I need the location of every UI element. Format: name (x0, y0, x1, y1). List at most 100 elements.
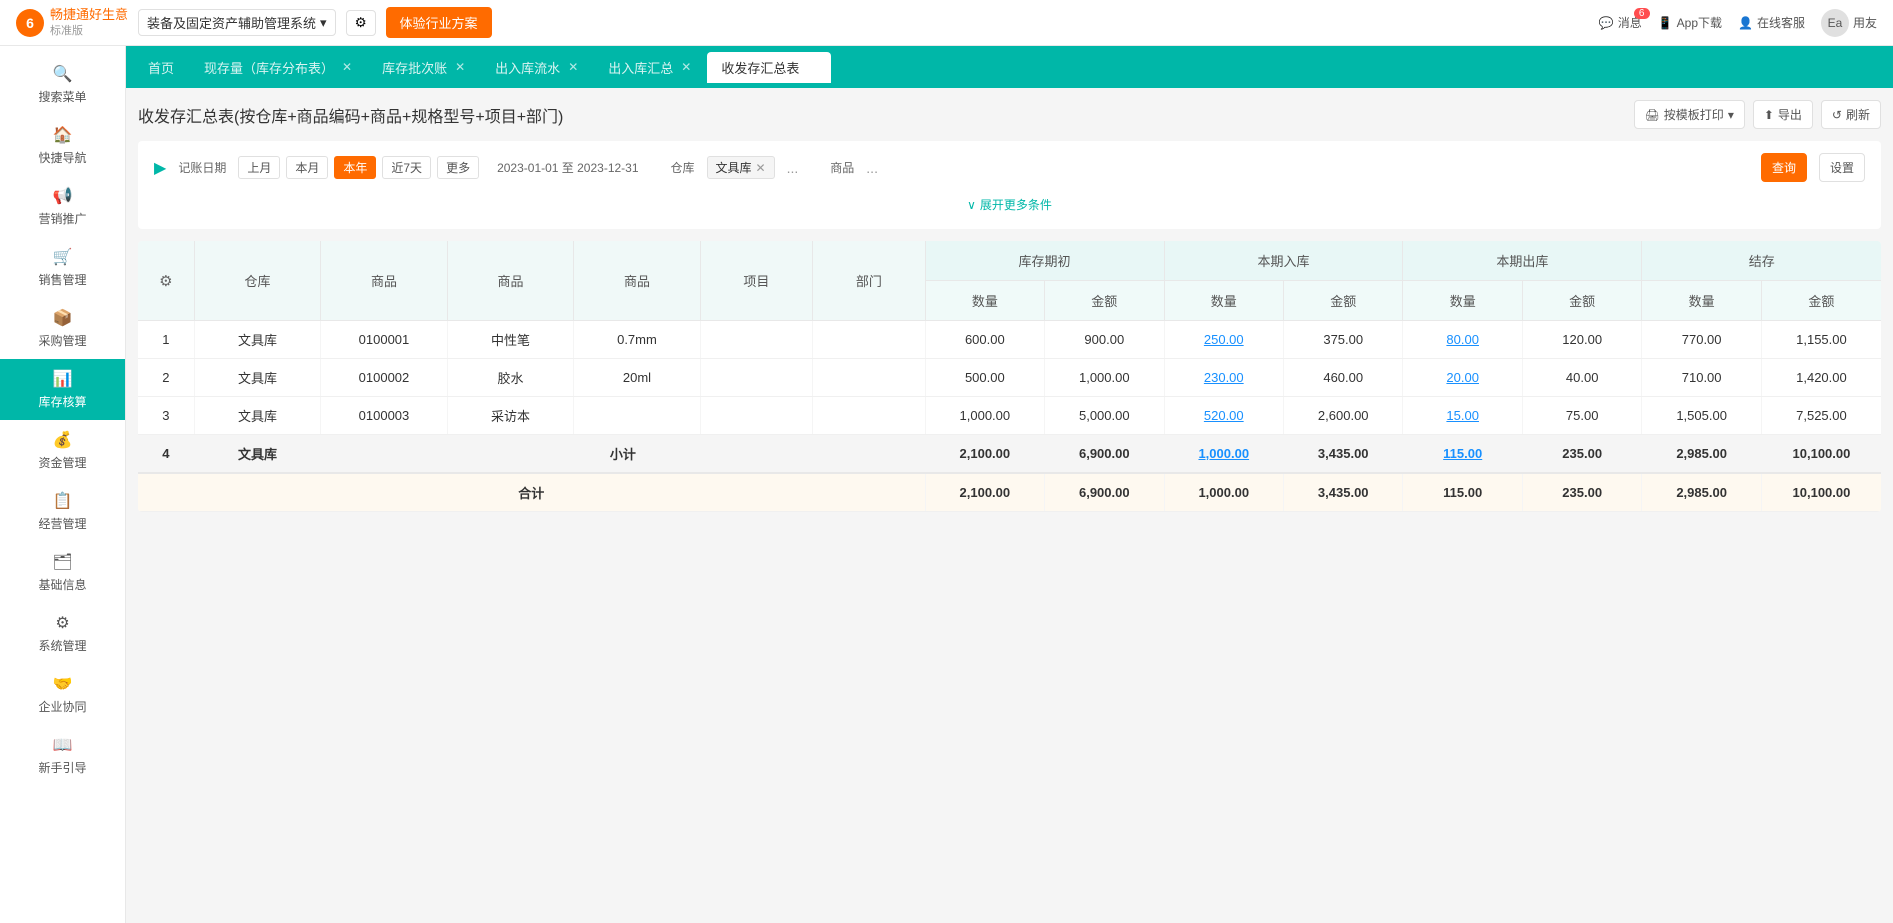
tab-close-inout-flow[interactable]: ✕ (568, 60, 578, 74)
expand-arrow[interactable]: ▶ (154, 158, 166, 178)
print-icon: 🖨 (1645, 108, 1660, 122)
tab-close-stock-dist[interactable]: ✕ (342, 60, 352, 74)
subtotal-in-amt: 3,435.00 (1284, 435, 1403, 474)
row-spec: 20ml (574, 359, 701, 397)
row-bal-amt: 1,155.00 (1761, 321, 1881, 359)
message-badge: 6 (1634, 8, 1650, 19)
row-bal-qty: 770.00 (1642, 321, 1761, 359)
date-btn-this-year[interactable]: 本年 (334, 156, 376, 179)
row-in-amt: 2,600.00 (1284, 397, 1403, 435)
tab-close-batch[interactable]: ✕ (455, 60, 465, 74)
th-in-amt: 金额 (1284, 281, 1403, 321)
tab-recv-sum[interactable]: 收发存汇总表 ✕ (707, 52, 831, 83)
tab-home[interactable]: 首页 (134, 52, 188, 83)
row-in-qty[interactable]: 250.00 (1164, 321, 1283, 359)
row-in-amt: 375.00 (1284, 321, 1403, 359)
page-title: 收发存汇总表(按仓库+商品编码+商品+规格型号+项目+部门) (138, 103, 563, 127)
row-spec: 0.7mm (574, 321, 701, 359)
message-icon: 💬 (1599, 16, 1614, 30)
th-settings: ⚙ (138, 241, 194, 321)
date-btn-this-month[interactable]: 本月 (286, 156, 328, 179)
try-btn[interactable]: 体验行业方案 (386, 7, 492, 38)
export-button[interactable]: ⬆ 导出 (1753, 100, 1813, 129)
th-name: 商品 (447, 241, 574, 321)
tab-stock-dist[interactable]: 现存量（库存分布表） ✕ (190, 52, 366, 83)
sidebar-item-marketing[interactable]: 📢 营销推广 (0, 176, 125, 237)
row-open-amt: 900.00 (1045, 321, 1164, 359)
date-btn-7days[interactable]: 近7天 (382, 156, 431, 179)
row-in-qty[interactable]: 520.00 (1164, 397, 1283, 435)
date-btn-prev-month[interactable]: 上月 (238, 156, 280, 179)
user-item[interactable]: Ea 用友 (1821, 9, 1877, 37)
row-open-qty: 500.00 (925, 359, 1044, 397)
table-settings-icon[interactable]: ⚙ (159, 273, 172, 290)
subtotal-label: 小计 (321, 435, 925, 474)
row-spec (574, 397, 701, 435)
tab-inout-flow[interactable]: 出入库流水 ✕ (481, 52, 592, 83)
row-code: 0100002 (321, 359, 448, 397)
service-icon: 👤 (1738, 16, 1753, 30)
subtotal-in-qty: 1,000.00 (1164, 435, 1283, 474)
sidebar-item-corp[interactable]: 🤝 企业协同 (0, 664, 125, 725)
tab-close-inout-sum[interactable]: ✕ (681, 60, 691, 74)
operation-icon: 📋 (53, 491, 73, 511)
corp-icon: 🤝 (53, 674, 73, 694)
refresh-button[interactable]: ↺ 刷新 (1821, 100, 1881, 129)
logo-icon: 6 (16, 9, 44, 37)
row-out-qty[interactable]: 15.00 (1403, 397, 1522, 435)
date-range: 2023-01-01 至 2023-12-31 (497, 159, 638, 176)
expand-more-btn[interactable]: ∨ 展开更多条件 (963, 192, 1056, 217)
subtotal-out-amt: 235.00 (1522, 435, 1641, 474)
tab-inout-sum[interactable]: 出入库汇总 ✕ (594, 52, 705, 83)
row-warehouse: 文具库 (194, 397, 321, 435)
app-download-item[interactable]: 📱 App下载 (1658, 14, 1722, 31)
sidebar-item-operation[interactable]: 📋 经营管理 (0, 481, 125, 542)
sidebar-item-quicknav[interactable]: 🏠 快捷导航 (0, 115, 125, 176)
system-name: 装备及固定资产辅助管理系统 (147, 13, 316, 32)
table-row: 3 文具库 0100003 采访本 1,000.00 5,000.00 520.… (138, 397, 1881, 435)
system-select[interactable]: 装备及固定资产辅助管理系统 ▾ (138, 9, 336, 36)
sidebar-item-sales[interactable]: 🛒 销售管理 (0, 237, 125, 298)
subtotal-warehouse: 文具库 (194, 435, 321, 474)
row-out-qty[interactable]: 20.00 (1403, 359, 1522, 397)
total-out-amt: 235.00 (1522, 473, 1641, 512)
sidebar-item-finance[interactable]: 💰 资金管理 (0, 420, 125, 481)
message-icon-item[interactable]: 💬 6 消息 (1599, 14, 1642, 31)
settings-filter-button[interactable]: 设置 (1819, 153, 1865, 182)
row-dept (813, 359, 925, 397)
total-label: 合计 (138, 473, 925, 512)
sidebar-item-system[interactable]: ⚙ 系统管理 (0, 603, 125, 664)
warehouse-ellipsis[interactable]: ... (787, 160, 799, 176)
sidebar-item-guide[interactable]: 📖 新手引导 (0, 725, 125, 786)
settings-button[interactable]: ⚙ (346, 10, 376, 36)
subtotal-bal-qty: 2,985.00 (1642, 435, 1761, 474)
query-button[interactable]: 查询 (1761, 153, 1807, 182)
refresh-icon: ↺ (1832, 108, 1842, 122)
table-row: 2 文具库 0100002 胶水 20ml 500.00 1,000.00 23… (138, 359, 1881, 397)
row-in-qty[interactable]: 230.00 (1164, 359, 1283, 397)
phone-icon: 📱 (1658, 16, 1673, 30)
tab-close-recv-sum[interactable]: ✕ (807, 60, 817, 74)
warehouse-tag-remove[interactable]: ✕ (756, 161, 766, 175)
print-button[interactable]: 🖨 按模板打印 ▾ (1634, 100, 1745, 129)
th-out: 本期出库 (1403, 241, 1642, 281)
subtotal-bal-amt: 10,100.00 (1761, 435, 1881, 474)
date-btn-more[interactable]: 更多 (437, 156, 479, 179)
row-out-amt: 40.00 (1522, 359, 1641, 397)
sidebar-item-purchase[interactable]: 📦 采购管理 (0, 298, 125, 359)
warehouse-label: 仓库 (671, 159, 695, 176)
th-dept: 部门 (813, 241, 925, 321)
goods-ellipsis[interactable]: ... (866, 160, 878, 176)
row-idx: 2 (138, 359, 194, 397)
online-service-item[interactable]: 👤 在线客服 (1738, 14, 1805, 31)
tab-batch[interactable]: 库存批次账 ✕ (368, 52, 479, 83)
row-bal-qty: 710.00 (1642, 359, 1761, 397)
sidebar-item-search[interactable]: 🔍 搜索菜单 (0, 54, 125, 115)
sidebar-item-basic[interactable]: 🗂 基础信息 (0, 542, 125, 603)
row-out-qty[interactable]: 80.00 (1403, 321, 1522, 359)
sidebar-item-inventory[interactable]: 📊 库存核算 (0, 359, 125, 420)
search-icon: 🔍 (53, 64, 73, 84)
subtotal-row: 4 文具库 小计 2,100.00 6,900.00 1,000.00 3,43… (138, 435, 1881, 474)
filter-card: ▶ 记账日期 上月 本月 本年 近7天 更多 2023-01-01 至 2023… (138, 141, 1881, 229)
subtotal-open-qty: 2,100.00 (925, 435, 1044, 474)
